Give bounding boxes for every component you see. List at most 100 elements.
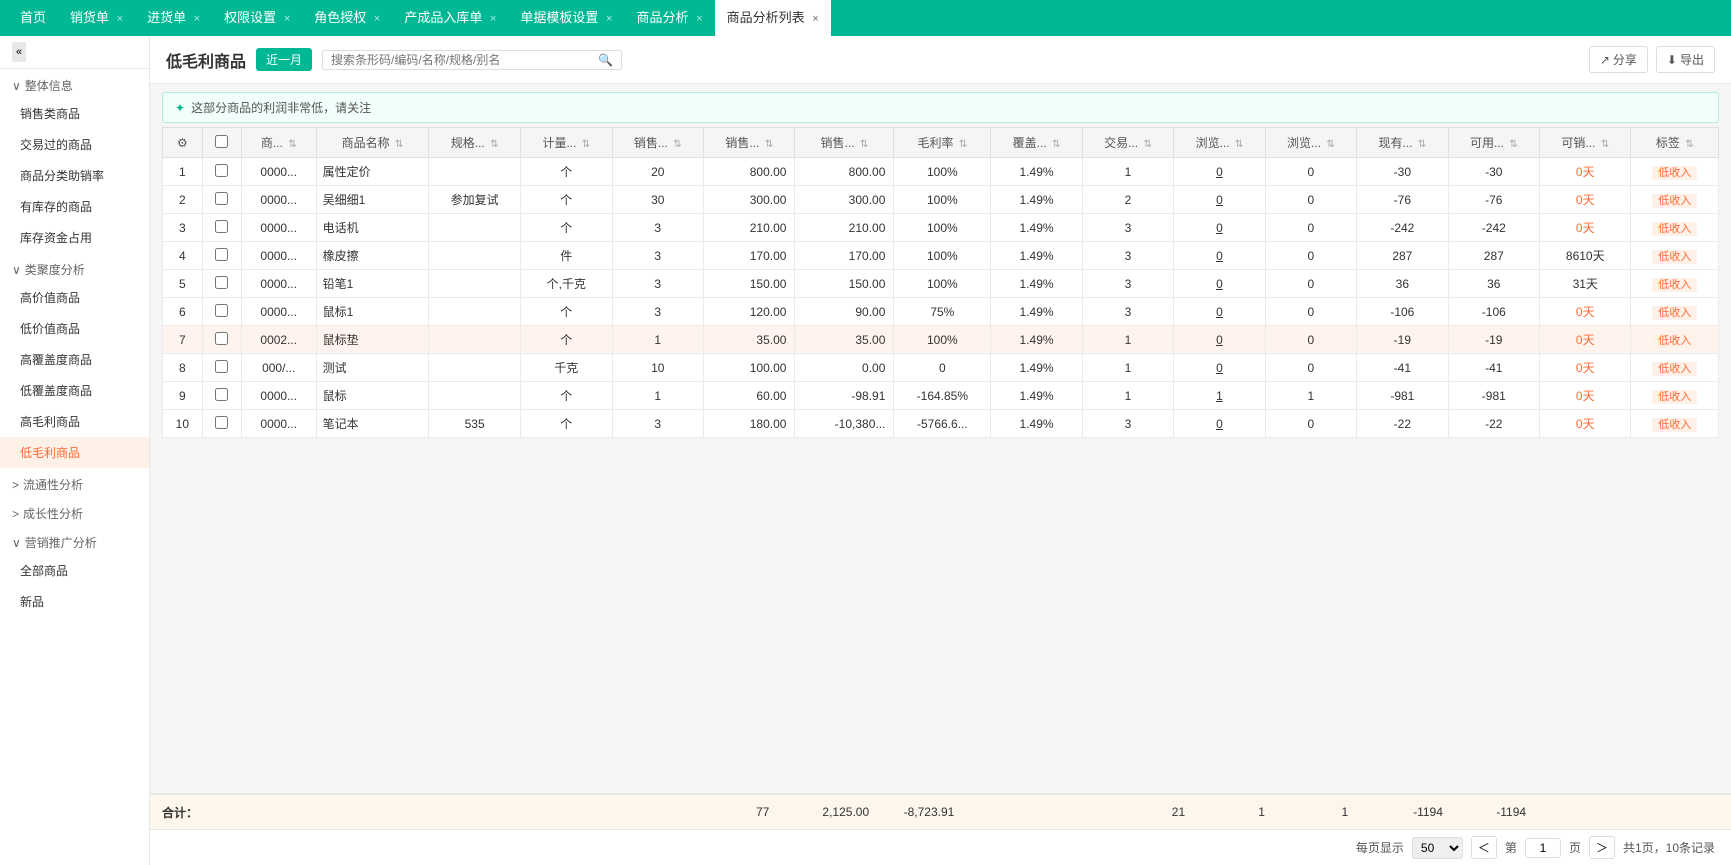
nav-home[interactable]: 首页 [8,0,58,36]
col-trade-count[interactable]: 交易... ⇅ [1082,128,1173,158]
sidebar-collapse-button[interactable]: « [12,42,26,62]
close-template-icon[interactable]: × [606,13,612,25]
row-browse1[interactable]: 0 [1174,214,1265,242]
row-checkbox[interactable] [202,326,241,354]
sidebar-group-marketing[interactable]: ∨ 营销推广分析 [0,526,149,555]
table-row: 7 0002... 鼠标垫 个 1 35.00 35.00 100% 1.49%… [163,326,1719,354]
col-name[interactable]: 商品名称 ⇅ [316,128,429,158]
sidebar-group-circulation[interactable]: > 流通性分析 [0,468,149,497]
row-browse1[interactable]: 0 [1174,410,1265,438]
sidebar-item-new-goods[interactable]: 新品 [0,586,149,617]
row-code: 0000... [241,410,316,438]
close-goods-list-icon[interactable]: × [812,13,818,25]
page-number-input[interactable] [1525,838,1561,858]
search-input[interactable] [331,53,598,67]
col-spec[interactable]: 规格... ⇅ [429,128,521,158]
row-checkbox[interactable] [202,158,241,186]
period-button[interactable]: 近一月 [256,48,312,71]
col-code[interactable]: 商... ⇅ [241,128,316,158]
close-role-icon[interactable]: × [374,13,380,25]
sidebar-item-low-value[interactable]: 低价值商品 [0,313,149,344]
row-trade-count: 3 [1082,298,1173,326]
nav-goods-list[interactable]: 商品分析列表 × [715,0,831,36]
col-tag[interactable]: 标签 ⇅ [1631,128,1719,158]
row-coverage: 1.49% [991,270,1082,298]
row-checkbox[interactable] [202,186,241,214]
sidebar-item-sales-goods[interactable]: 销售类商品 [0,98,149,129]
col-current-stock[interactable]: 现有... ⇅ [1357,128,1448,158]
share-button[interactable]: ↗ 分享 [1589,46,1648,73]
sidebar-group-overall[interactable]: ∨ 整体信息 [0,69,149,98]
settings-icon[interactable]: ⚙ [177,136,188,150]
sidebar-item-high-coverage[interactable]: 高覆盖度商品 [0,344,149,375]
sidebar-item-high-value[interactable]: 高价值商品 [0,282,149,313]
row-coverage: 1.49% [991,298,1082,326]
sidebar-item-high-profit[interactable]: 高毛利商品 [0,406,149,437]
close-permission-icon[interactable]: × [284,13,290,25]
col-sales-qty[interactable]: 销售... ⇅ [612,128,703,158]
per-page-select[interactable]: 50 20 100 [1412,837,1463,859]
nav-goods-analysis[interactable]: 商品分析 × [624,0,714,36]
col-coverage[interactable]: 覆盖... ⇅ [991,128,1082,158]
row-browse1[interactable]: 0 [1174,354,1265,382]
sidebar-item-traded-goods[interactable]: 交易过的商品 [0,129,149,160]
col-browse1[interactable]: 浏览... ⇅ [1174,128,1265,158]
col-checkbox[interactable] [202,128,241,158]
col-available[interactable]: 可用... ⇅ [1448,128,1539,158]
sidebar-item-category-rate[interactable]: 商品分类助销率 [0,160,149,191]
close-product-in-icon[interactable]: × [490,13,496,25]
row-browse1[interactable]: 0 [1174,158,1265,186]
prev-page-button[interactable]: ＜ [1471,836,1497,859]
row-checkbox[interactable] [202,382,241,410]
sidebar-group-growth[interactable]: > 成长性分析 [0,497,149,526]
row-checkbox[interactable] [202,242,241,270]
row-tag: 低收入 [1631,382,1719,410]
sidebar-group-cluster[interactable]: ∨ 类聚度分析 [0,253,149,282]
circulation-arrow-icon: > [12,478,19,492]
nav-product-in[interactable]: 产成品入库单 × [392,0,508,36]
row-checkbox[interactable] [202,214,241,242]
export-button[interactable]: ⬇ 导出 [1656,46,1715,73]
row-trade-count: 1 [1082,326,1173,354]
sidebar-item-all-goods[interactable]: 全部商品 [0,555,149,586]
col-sales-profit[interactable]: 销售... ⇅ [795,128,894,158]
row-browse1[interactable]: 0 [1174,298,1265,326]
sidebar-item-in-stock[interactable]: 有库存的商品 [0,191,149,222]
sidebar-item-low-profit[interactable]: 低毛利商品 [0,437,149,468]
col-sales-amount[interactable]: 销售... ⇅ [703,128,794,158]
close-goods-analysis-icon[interactable]: × [696,13,702,25]
col-margin-rate[interactable]: 毛利率 ⇅ [894,128,991,158]
col-browse2[interactable]: 浏览... ⇅ [1265,128,1356,158]
select-all-checkbox[interactable] [215,135,228,148]
row-browse1[interactable]: 0 [1174,186,1265,214]
col-settings[interactable]: ⚙ [163,128,203,158]
col-saleable[interactable]: 可销... ⇅ [1540,128,1631,158]
col-unit[interactable]: 计量... ⇅ [521,128,612,158]
sidebar-item-stock-funds[interactable]: 库存资金占用 [0,222,149,253]
nav-purchase[interactable]: 进货单 × [135,0,212,36]
row-browse1[interactable]: 1 [1174,382,1265,410]
nav-role[interactable]: 角色授权 × [302,0,392,36]
nav-template[interactable]: 单据模板设置 × [508,0,624,36]
close-sales-icon[interactable]: × [117,13,123,25]
close-purchase-icon[interactable]: × [194,13,200,25]
row-checkbox[interactable] [202,410,241,438]
sidebar-item-low-coverage[interactable]: 低覆盖度商品 [0,375,149,406]
nav-sales[interactable]: 销货单 × [58,0,135,36]
row-browse1[interactable]: 0 [1174,270,1265,298]
row-sales-qty: 3 [612,298,703,326]
row-checkbox[interactable] [202,270,241,298]
row-saleable: 0天 [1540,298,1631,326]
row-browse2: 0 [1265,298,1356,326]
row-checkbox[interactable] [202,354,241,382]
row-no: 8 [163,354,203,382]
row-browse1[interactable]: 0 [1174,242,1265,270]
row-browse1[interactable]: 0 [1174,326,1265,354]
row-sales-amount: 210.00 [703,214,794,242]
row-browse2: 0 [1265,186,1356,214]
row-checkbox[interactable] [202,298,241,326]
data-table: ⚙ 商... ⇅ 商品名称 ⇅ 规格... ⇅ 计量... ⇅ 销售... ⇅ … [162,127,1719,438]
search-icon[interactable]: 🔍 [598,53,613,67]
nav-permission[interactable]: 权限设置 × [212,0,302,36]
next-page-button[interactable]: ＞ [1589,836,1615,859]
